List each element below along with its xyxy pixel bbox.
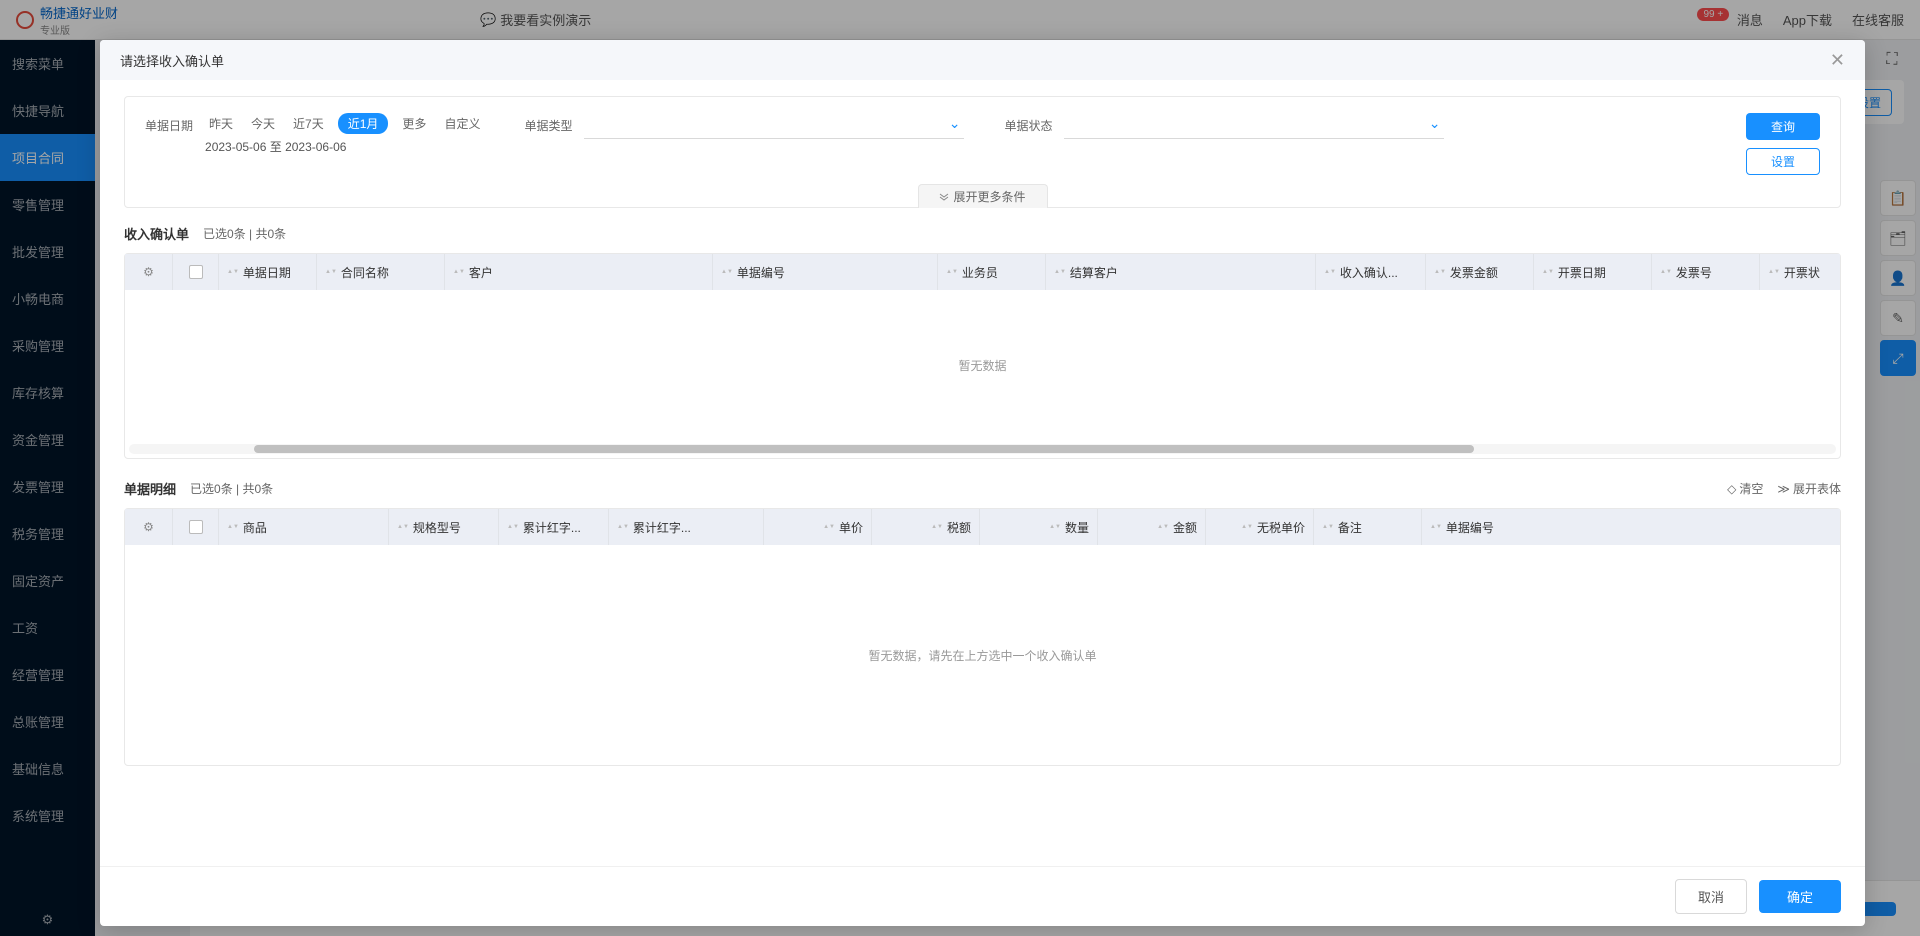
col-date[interactable]: ▲▼单据日期 — [219, 254, 317, 290]
section1-header: 收入确认单 已选0条 | 共0条 — [124, 224, 1841, 243]
expand-more-conditions[interactable]: 展开更多条件 — [918, 184, 1048, 208]
col-settle-customer[interactable]: ▲▼结算客户 — [1046, 254, 1316, 290]
section2-title: 单据明细 — [124, 479, 176, 498]
date-label: 单据日期 — [145, 113, 193, 134]
modal-header: 请选择收入确认单 ✕ — [100, 40, 1865, 80]
section2-empty: 暂无数据，请先在上方选中一个收入确认单 — [125, 545, 1840, 765]
section2-header: 单据明细 已选0条 | 共0条 ◇清空 ≫展开表体 — [124, 479, 1841, 498]
select-all-checkbox[interactable] — [173, 254, 219, 290]
col-invoice-amount[interactable]: ▲▼发票金额 — [1426, 254, 1534, 290]
expand-body-button[interactable]: ≫展开表体 — [1777, 480, 1841, 497]
filter-panel: 单据日期 昨天 今天 近7天 近1月 更多 自定义 2023-05-06 至 2… — [124, 96, 1841, 208]
type-select[interactable]: ⌄ — [584, 113, 964, 139]
filter-status: 单据状态 ⌄ — [1004, 113, 1444, 139]
clear-button[interactable]: ◇清空 — [1727, 480, 1763, 497]
date-range-text: 2023-05-06 至 2023-06-06 — [205, 138, 484, 155]
col-contract-name[interactable]: ▲▼合同名称 — [317, 254, 445, 290]
eraser-icon: ◇ — [1727, 482, 1736, 496]
modal-title: 请选择收入确认单 — [120, 51, 224, 70]
col-salesman[interactable]: ▲▼业务员 — [938, 254, 1046, 290]
modal-body: 单据日期 昨天 今天 近7天 近1月 更多 自定义 2023-05-06 至 2… — [100, 80, 1865, 866]
column-settings-icon[interactable]: ⚙ — [125, 509, 173, 545]
col-product[interactable]: ▲▼商品 — [219, 509, 389, 545]
col-cum-red-2[interactable]: ▲▼累计红字... — [609, 509, 764, 545]
col-spec[interactable]: ▲▼规格型号 — [389, 509, 499, 545]
select-all-checkbox[interactable] — [173, 509, 219, 545]
filter-settings-button[interactable]: 设置 — [1746, 148, 1820, 175]
chip-more[interactable]: 更多 — [398, 113, 430, 134]
col-customer[interactable]: ▲▼客户 — [445, 254, 713, 290]
col-doc-no-2[interactable]: ▲▼单据编号 — [1422, 509, 1840, 545]
ok-button[interactable]: 确定 — [1759, 880, 1841, 913]
section2-thead: ⚙ ▲▼商品 ▲▼规格型号 ▲▼累计红字... ▲▼累计红字... ▲▼单价 ▲… — [125, 509, 1840, 545]
col-amount[interactable]: ▲▼金额 — [1098, 509, 1206, 545]
section1-title: 收入确认单 — [124, 224, 189, 243]
col-invoice-date[interactable]: ▲▼开票日期 — [1534, 254, 1652, 290]
chevron-down-icon: ⌄ — [949, 115, 961, 132]
section1-hscroll[interactable] — [129, 444, 1836, 454]
cancel-button[interactable]: 取消 — [1675, 879, 1747, 914]
col-qty[interactable]: ▲▼数量 — [980, 509, 1098, 545]
column-settings-icon[interactable]: ⚙ — [125, 254, 173, 290]
close-icon[interactable]: ✕ — [1830, 50, 1845, 71]
col-tax[interactable]: ▲▼税额 — [872, 509, 980, 545]
select-income-confirmation-modal: 请选择收入确认单 ✕ 单据日期 昨天 今天 近7天 近1月 更多 自定义 — [100, 40, 1865, 926]
col-income-confirm[interactable]: ▲▼收入确认... — [1316, 254, 1426, 290]
chip-1month[interactable]: 近1月 — [338, 113, 389, 134]
section1-thead: ⚙ ▲▼单据日期 ▲▼合同名称 ▲▼客户 ▲▼单据编号 ▲▼业务员 ▲▼结算客户… — [125, 254, 1840, 290]
col-remark[interactable]: ▲▼备注 — [1314, 509, 1422, 545]
chip-today[interactable]: 今天 — [247, 113, 279, 134]
col-cum-red-1[interactable]: ▲▼累计红字... — [499, 509, 609, 545]
status-label: 单据状态 — [1004, 113, 1052, 134]
type-label: 单据类型 — [524, 113, 572, 134]
chip-yesterday[interactable]: 昨天 — [205, 113, 237, 134]
section1-table: ⚙ ▲▼单据日期 ▲▼合同名称 ▲▼客户 ▲▼单据编号 ▲▼业务员 ▲▼结算客户… — [124, 253, 1841, 459]
filter-actions: 查询 设置 — [1746, 113, 1820, 175]
modal-footer: 取消 确定 — [100, 866, 1865, 926]
section1-empty: 暂无数据 — [125, 290, 1840, 440]
chip-custom[interactable]: 自定义 — [440, 113, 484, 134]
col-notax-price[interactable]: ▲▼无税单价 — [1206, 509, 1314, 545]
col-invoice-status[interactable]: ▲▼开票状 — [1760, 254, 1840, 290]
filter-type: 单据类型 ⌄ — [524, 113, 964, 139]
status-select[interactable]: ⌄ — [1064, 113, 1444, 139]
double-chevron-down-icon: ≫ — [1777, 482, 1790, 496]
col-invoice-no[interactable]: ▲▼发票号 — [1652, 254, 1760, 290]
chevron-down-icon: ⌄ — [1429, 115, 1441, 132]
double-chevron-down-icon — [939, 192, 949, 202]
section2-table: ⚙ ▲▼商品 ▲▼规格型号 ▲▼累计红字... ▲▼累计红字... ▲▼单价 ▲… — [124, 508, 1841, 766]
col-price[interactable]: ▲▼单价 — [764, 509, 872, 545]
filter-date: 单据日期 昨天 今天 近7天 近1月 更多 自定义 2023-05-06 至 2… — [145, 113, 484, 155]
section2-actions: ◇清空 ≫展开表体 — [1727, 480, 1841, 497]
query-button[interactable]: 查询 — [1746, 113, 1820, 140]
section2-selected-count: 已选0条 | 共0条 — [190, 480, 273, 497]
chip-7days[interactable]: 近7天 — [289, 113, 328, 134]
col-doc-no[interactable]: ▲▼单据编号 — [713, 254, 938, 290]
section1-selected-count: 已选0条 | 共0条 — [203, 225, 286, 242]
